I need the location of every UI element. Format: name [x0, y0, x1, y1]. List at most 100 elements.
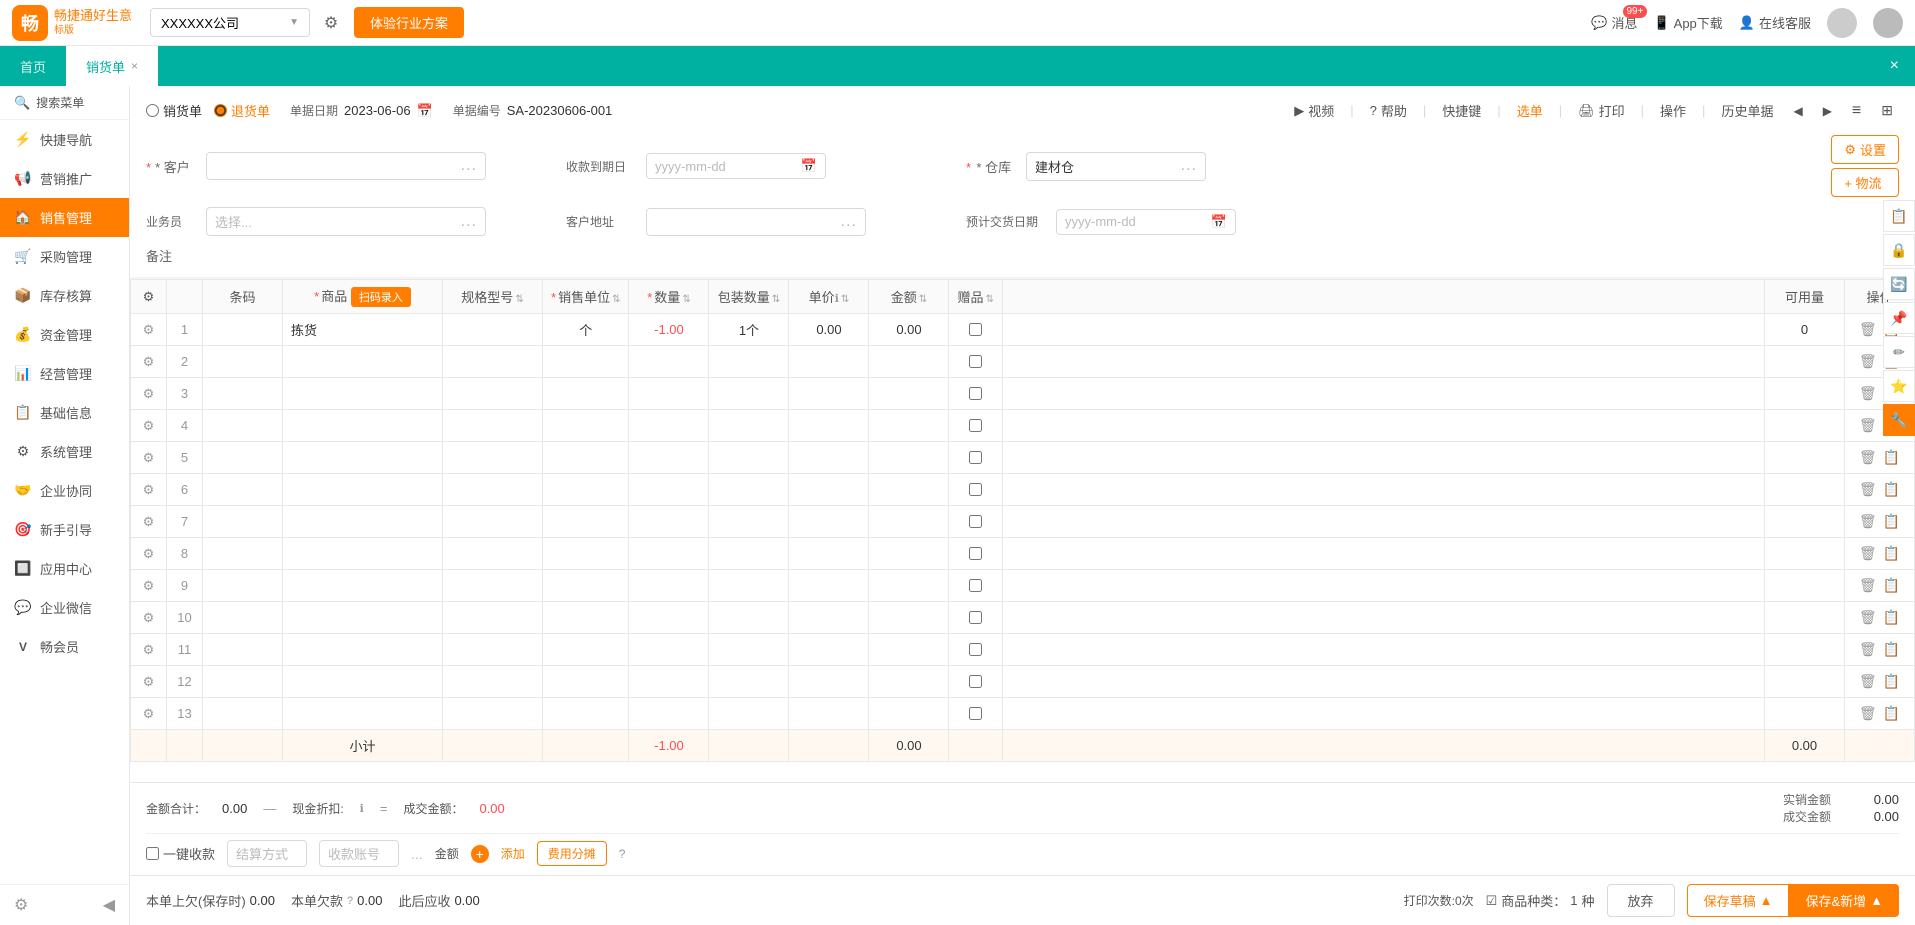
sidebar-item-inventory[interactable]: 📦 库存核算	[0, 276, 129, 315]
sidebar-item-sales[interactable]: 🏠 销售管理	[0, 198, 129, 237]
delete-icon[interactable]: 🗑	[1859, 481, 1877, 498]
delete-icon[interactable]: 🗑	[1859, 641, 1877, 658]
salesperson-input[interactable]: 选择... ...	[206, 207, 486, 236]
toolbar-prev-icon[interactable]: ◀	[1787, 101, 1808, 121]
radio-return[interactable]: 退货单	[214, 101, 270, 120]
payment-dots[interactable]: ...	[411, 846, 423, 862]
toolbar-operation-btn[interactable]: 操作	[1654, 98, 1692, 123]
scan-btn[interactable]: 扫码录入	[351, 287, 411, 307]
delivery-date-calendar-icon[interactable]: 📅	[1211, 214, 1227, 230]
message-btn[interactable]: 💬 消息 99+	[1591, 13, 1637, 32]
toolbar-select-btn[interactable]: 选单	[1511, 98, 1549, 123]
row-settings-icon[interactable]: ⚙	[143, 354, 155, 370]
customer-input[interactable]: ...	[206, 152, 486, 180]
nav-close-btn[interactable]: ×	[1874, 57, 1915, 75]
sidebar-gear-icon[interactable]: ⚙	[14, 895, 28, 915]
discount-info-icon[interactable]: ℹ	[360, 802, 364, 815]
sidebar-item-system[interactable]: ⚙ 系统管理	[0, 432, 129, 471]
copy-icon[interactable]: 📋	[1883, 545, 1900, 562]
toolbar-next-icon[interactable]: ▶	[1817, 101, 1838, 121]
sidebar-item-finance[interactable]: 💰 资金管理	[0, 315, 129, 354]
delete-icon[interactable]: 🗑	[1859, 673, 1877, 690]
row-settings-icon[interactable]: ⚙	[143, 546, 155, 562]
settings-gear-icon[interactable]: ⚙	[316, 8, 346, 38]
sidebar-item-purchase[interactable]: 🛒 采购管理	[0, 237, 129, 276]
sidebar-item-operations[interactable]: 📊 经营管理	[0, 354, 129, 393]
copy-icon[interactable]: 📋	[1883, 481, 1900, 498]
row-settings-icon[interactable]: ⚙	[143, 706, 155, 722]
price-info-icon[interactable]: ℹ	[835, 293, 839, 305]
delete-icon[interactable]: 🗑	[1859, 353, 1877, 370]
company-selector[interactable]: XXXXXX公司 ▼	[150, 8, 310, 37]
logistics-btn[interactable]: + 物流	[1831, 168, 1899, 197]
toolbar-shortcut-btn[interactable]: 快捷键	[1436, 98, 1487, 123]
app-download-btn[interactable]: 📱 App下载	[1653, 13, 1722, 32]
toolbar-grid-view-icon[interactable]: ⊞	[1875, 99, 1899, 122]
delete-icon[interactable]: 🗑	[1859, 385, 1877, 402]
tab-sales-order[interactable]: 销货单 ×	[66, 46, 158, 86]
toolbar-print-btn[interactable]: 🖨 打印	[1572, 98, 1631, 123]
row-settings-icon[interactable]: ⚙	[143, 322, 155, 338]
delete-icon[interactable]: 🗑	[1859, 449, 1877, 466]
delete-icon[interactable]: 🗑	[1859, 705, 1877, 722]
copy-icon[interactable]: 📋	[1883, 577, 1900, 594]
delivery-date-input[interactable]: yyyy-mm-dd 📅	[1056, 209, 1236, 235]
customer-addr-input[interactable]: ...	[646, 208, 866, 236]
delete-icon[interactable]: 🗑	[1859, 417, 1877, 434]
float-btn-1[interactable]: 📋	[1883, 200, 1915, 232]
sidebar-item-guide[interactable]: 🎯 新手引导	[0, 510, 129, 549]
toolbar-help-btn[interactable]: ? 帮助	[1364, 98, 1413, 123]
sidebar-item-enterprise[interactable]: 🤝 企业协同	[0, 471, 129, 510]
row-settings-icon[interactable]: ⚙	[143, 674, 155, 690]
due-date-input[interactable]: yyyy-mm-dd 📅	[646, 153, 826, 179]
save-draft-btn[interactable]: 保存草稿 ▲	[1687, 884, 1790, 917]
toolbar-video-btn[interactable]: ▶ 视频	[1288, 98, 1340, 123]
delete-icon[interactable]: 🗑	[1859, 545, 1877, 562]
row-settings-icon[interactable]: ⚙	[143, 610, 155, 626]
float-btn-6[interactable]: ⭐	[1883, 370, 1915, 402]
sidebar-collapse-icon[interactable]: ◀	[103, 895, 115, 915]
tab-home[interactable]: 首页	[0, 46, 66, 86]
copy-icon[interactable]: 📋	[1883, 641, 1900, 658]
delete-icon[interactable]: 🗑	[1859, 577, 1877, 594]
copy-icon[interactable]: 📋	[1883, 673, 1900, 690]
trial-button[interactable]: 体验行业方案	[354, 7, 464, 38]
th-settings[interactable]: ⚙	[131, 280, 167, 314]
delete-icon[interactable]: 🗑	[1859, 513, 1877, 530]
online-service-btn[interactable]: 👤 在线客服	[1739, 13, 1811, 32]
sidebar-item-wechat[interactable]: 💬 企业微信	[0, 588, 129, 627]
one-click-checkbox[interactable]	[146, 847, 159, 860]
sidebar-search[interactable]: 🔍 搜索菜单	[0, 86, 129, 120]
settings-action-btn[interactable]: ⚙ 设置	[1831, 135, 1899, 164]
owe2-question-icon[interactable]: ?	[347, 895, 353, 907]
row-settings-icon[interactable]: ⚙	[143, 418, 155, 434]
delete-icon[interactable]: 🗑	[1859, 609, 1877, 626]
row-settings-icon[interactable]: ⚙	[143, 514, 155, 530]
save-new-btn[interactable]: 保存&新增 ▲	[1789, 884, 1899, 917]
float-btn-5[interactable]: ✏	[1883, 336, 1915, 368]
toolbar-list-view-icon[interactable]: ≡	[1846, 99, 1867, 123]
row-settings-icon[interactable]: ⚙	[143, 450, 155, 466]
sidebar-item-appstore[interactable]: 🔲 应用中心	[0, 549, 129, 588]
avatar2[interactable]	[1873, 8, 1903, 38]
copy-icon[interactable]: 📋	[1883, 449, 1900, 466]
warehouse-input[interactable]: 建材仓 ...	[1026, 152, 1206, 181]
delete-icon[interactable]: 🗑	[1859, 321, 1877, 338]
float-btn-3[interactable]: 🔄	[1883, 268, 1915, 300]
discard-btn[interactable]: 放弃	[1607, 884, 1675, 917]
copy-icon[interactable]: 📋	[1883, 513, 1900, 530]
date-icon[interactable]: 📅	[417, 103, 433, 119]
due-date-calendar-icon[interactable]: 📅	[801, 158, 817, 174]
float-btn-7[interactable]: 🔧	[1883, 404, 1915, 436]
float-btn-4[interactable]: 📌	[1883, 302, 1915, 334]
row-settings-icon[interactable]: ⚙	[143, 482, 155, 498]
row-settings-icon[interactable]: ⚙	[143, 386, 155, 402]
copy-icon[interactable]: 📋	[1883, 609, 1900, 626]
one-click-payment-label[interactable]: 一键收款	[146, 844, 215, 863]
add-payment-btn[interactable]: +	[471, 845, 489, 863]
sidebar-item-member[interactable]: V 畅会员	[0, 627, 129, 666]
payment-account-select[interactable]: 收款账号	[319, 840, 399, 867]
copy-icon[interactable]: 📋	[1883, 705, 1900, 722]
toolbar-history-btn[interactable]: 历史单据	[1715, 98, 1779, 123]
expense-question-icon[interactable]: ?	[619, 847, 626, 861]
